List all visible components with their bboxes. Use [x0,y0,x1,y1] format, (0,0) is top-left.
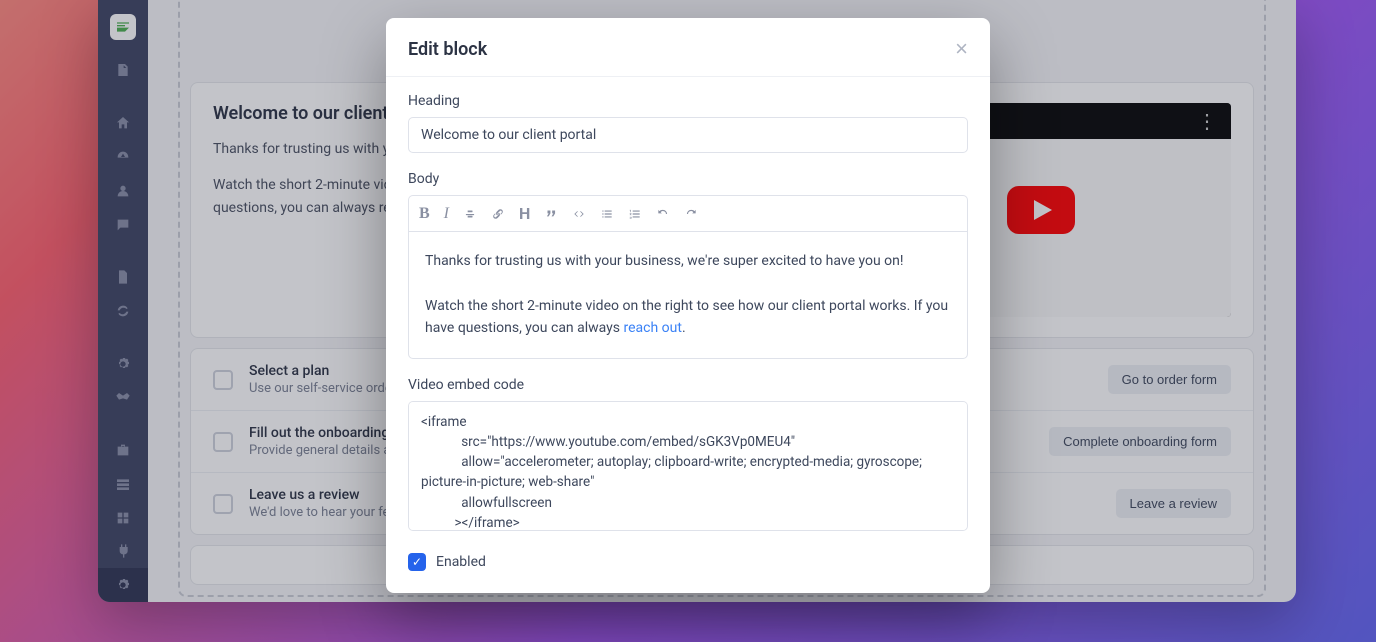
heading-icon[interactable]: H [519,204,530,223]
strikethrough-icon[interactable] [463,204,477,223]
link-icon[interactable] [491,204,505,223]
close-icon[interactable]: × [955,38,968,60]
editor-p2: Watch the short 2-minute video on the ri… [425,295,951,340]
enabled-label: Enabled [436,554,486,570]
italic-icon[interactable]: I [444,204,449,223]
undo-icon[interactable] [656,204,670,223]
editor-toolbar: B I H [408,195,968,231]
body-label: Body [408,171,968,187]
bullet-list-icon[interactable] [600,204,614,223]
modal-header: Edit block × [386,18,990,77]
quote-icon[interactable] [544,204,558,223]
bold-icon[interactable]: B [419,204,430,223]
code-icon[interactable] [572,204,586,223]
modal-title: Edit block [408,39,487,60]
editor-p1: Thanks for trusting us with your busines… [425,250,951,272]
edit-block-modal: Edit block × Heading Body B I H [386,18,990,593]
enabled-row[interactable]: ✓ Enabled [408,553,968,571]
body-editor[interactable]: Thanks for trusting us with your busines… [408,231,968,359]
redo-icon[interactable] [684,204,698,223]
heading-input[interactable] [408,117,968,153]
enabled-checkbox[interactable]: ✓ [408,553,426,571]
video-embed-input[interactable]: <iframe src="https://www.youtube.com/emb… [408,401,968,531]
heading-label: Heading [408,93,968,109]
ordered-list-icon[interactable] [628,204,642,223]
reach-out-link[interactable]: reach out [624,320,682,336]
video-embed-label: Video embed code [408,377,968,393]
